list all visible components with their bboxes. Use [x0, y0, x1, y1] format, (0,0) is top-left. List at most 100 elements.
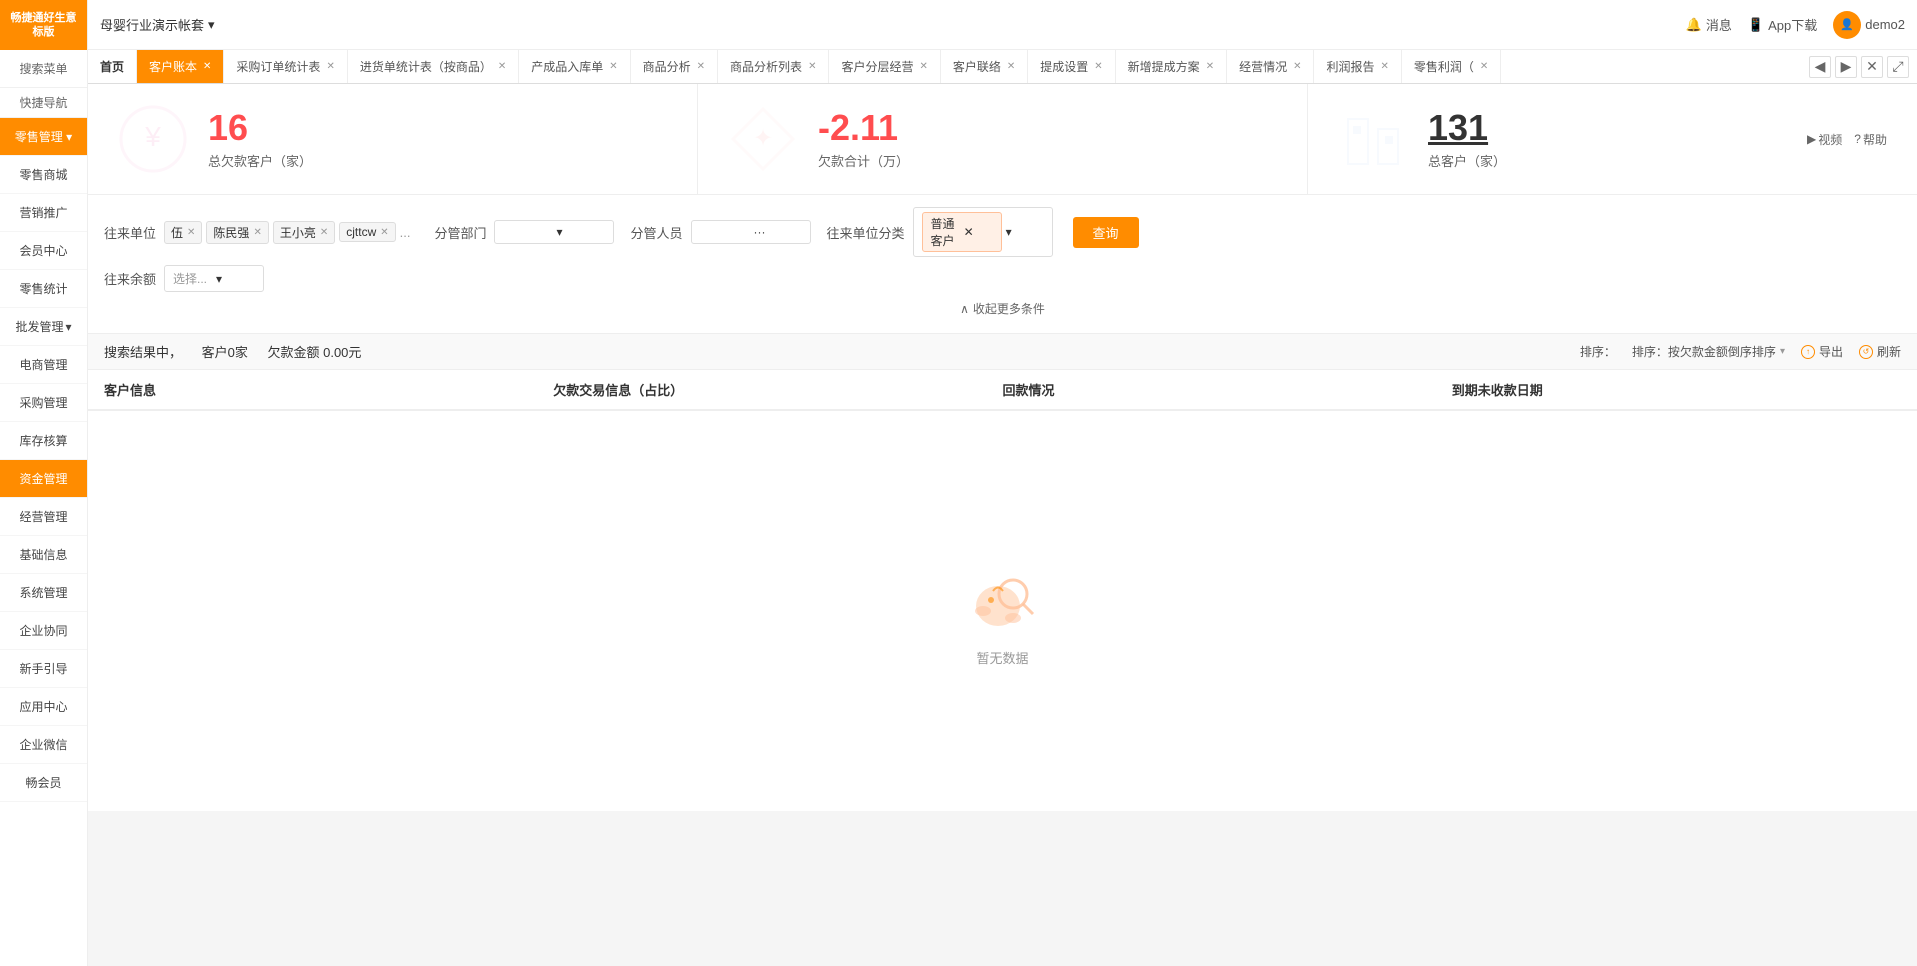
tab-promotion-settings[interactable]: 提成设置 ✕	[1028, 50, 1115, 83]
tag-label: 伍	[171, 224, 183, 241]
video-link[interactable]: ▶ 视频	[1807, 131, 1842, 148]
tab-close-icon[interactable]: ✕	[1094, 61, 1102, 72]
sidebar-item-operations[interactable]: 经营管理	[0, 498, 87, 536]
query-button[interactable]: 查询	[1073, 217, 1139, 248]
sidebar-item-retail-stats[interactable]: 零售统计	[0, 270, 87, 308]
export-button[interactable]: ↑ 导出	[1801, 343, 1843, 360]
customer-count: 客户0家	[202, 345, 248, 360]
tab-operation-status[interactable]: 经营情况 ✕	[1227, 50, 1314, 83]
logo-line1: 畅捷通好生意	[11, 11, 77, 25]
stat-card-customers: ¥ 16 总欠款客户（家）	[88, 84, 698, 194]
tab-profit-report[interactable]: 利润报告 ✕	[1314, 50, 1401, 83]
sidebar-item-inventory[interactable]: 库存核算	[0, 422, 87, 460]
message-label: 消息	[1706, 15, 1732, 34]
tab-close-icon[interactable]: ✕	[808, 61, 816, 72]
filter-tag-4[interactable]: cjttcw ✕	[339, 222, 395, 242]
sidebar-item-marketing[interactable]: 营销推广	[0, 194, 87, 232]
account-selector[interactable]: 母婴行业演示帐套 ▾	[100, 15, 215, 34]
user-profile[interactable]: 👤 demo2	[1833, 11, 1905, 39]
tab-close-icon[interactable]: ✕	[1293, 61, 1301, 72]
tab-close-icon[interactable]: ✕	[1381, 61, 1389, 72]
tab-close-icon[interactable]: ✕	[498, 61, 506, 72]
tab-stock-stats[interactable]: 进货单统计表（按商品） ✕	[348, 50, 519, 83]
main-area: 母婴行业演示帐套 ▾ 🔔 消息 📱 App下载 👤 demo2 首页	[88, 0, 1917, 966]
help-link[interactable]: ? 帮助	[1854, 131, 1887, 148]
tab-home[interactable]: 首页	[88, 50, 137, 83]
chevron-down-icon: ▾	[216, 272, 255, 286]
tag-close-icon[interactable]: ✕	[320, 227, 328, 238]
chevron-down-icon: ▾	[1780, 346, 1785, 357]
unit-type-close-icon[interactable]: ✕	[964, 225, 993, 239]
tab-retail-profit[interactable]: 零售利润（ ✕	[1402, 50, 1501, 83]
tab-label: 客户联络	[953, 58, 1001, 75]
collapse-label: 收起更多条件	[973, 300, 1045, 317]
sort-select[interactable]: 排序：按欠款金额倒序排序 ▾	[1632, 343, 1785, 360]
filter-tag-2[interactable]: 陈民强 ✕	[206, 221, 268, 244]
sidebar-item-app-center[interactable]: 应用中心	[0, 688, 87, 726]
tab-customers[interactable]: 客户账本 ✕	[137, 50, 224, 83]
sidebar-item-vip[interactable]: 畅会员	[0, 764, 87, 802]
filter-tag-1[interactable]: 伍 ✕	[164, 221, 202, 244]
sidebar-item-system[interactable]: 系统管理	[0, 574, 87, 612]
person-select[interactable]: ···	[691, 220, 811, 244]
stats-row: ¥ 16 总欠款客户（家） ✦	[88, 84, 1917, 195]
stat-right-links: ▶ 视频 ? 帮助	[1807, 131, 1887, 148]
app-download-button[interactable]: 📱 App下载	[1748, 15, 1817, 34]
tab-close-icon[interactable]: ✕	[1480, 61, 1488, 72]
tab-customer-contact[interactable]: 客户联络 ✕	[941, 50, 1028, 83]
sidebar-quick-nav[interactable]: 快捷导航	[0, 88, 87, 118]
tab-goods-analysis[interactable]: 商品分析 ✕	[631, 50, 718, 83]
sidebar-item-purchase[interactable]: 采购管理	[0, 384, 87, 422]
sidebar-item-funds-mgmt[interactable]: 资金管理	[0, 460, 87, 498]
sidebar-item-new-guide[interactable]: 新手引导	[0, 650, 87, 688]
tab-close-icon[interactable]: ✕	[203, 61, 211, 72]
sidebar-item-basic-info[interactable]: 基础信息	[0, 536, 87, 574]
tag-close-icon[interactable]: ✕	[380, 227, 388, 238]
dept-select[interactable]: ▾	[494, 220, 614, 244]
tab-label: 进货单统计表（按商品）	[360, 58, 492, 75]
tag-close-icon[interactable]: ✕	[187, 227, 195, 238]
sidebar-item-member-center[interactable]: 会员中心	[0, 232, 87, 270]
sidebar-item-ecommerce[interactable]: 电商管理	[0, 346, 87, 384]
tab-close-icon[interactable]: ✕	[1007, 61, 1015, 72]
tab-prev-button[interactable]: ◀	[1809, 56, 1831, 78]
tab-purchase-orders[interactable]: 采购订单统计表 ✕	[224, 50, 347, 83]
account-name: 母婴行业演示帐套	[100, 15, 204, 34]
filter-row-2: 往来余额 选择... ▾	[104, 265, 1901, 292]
sidebar-search[interactable]: 搜索菜单	[0, 50, 87, 88]
tab-close-all-button[interactable]: ✕	[1861, 56, 1883, 78]
tab-close-icon[interactable]: ✕	[697, 61, 705, 72]
unit-type-selected-tag[interactable]: 普通客户 ✕	[922, 212, 1002, 252]
filter-tag-3[interactable]: 王小亮 ✕	[273, 221, 335, 244]
unit-type-select[interactable]: 普通客户 ✕ ▾	[913, 207, 1053, 257]
tab-new-promotion[interactable]: 新增提成方案 ✕	[1116, 50, 1227, 83]
sidebar-item-label: 营销推广	[19, 206, 67, 220]
tab-customer-segment[interactable]: 客户分层经营 ✕	[829, 50, 940, 83]
tab-close-icon[interactable]: ✕	[1206, 61, 1214, 72]
refresh-button[interactable]: ↺ 刷新	[1859, 343, 1901, 360]
tab-close-icon[interactable]: ✕	[919, 61, 927, 72]
tab-product-stock[interactable]: 产成品入库单 ✕	[519, 50, 630, 83]
tag-close-icon[interactable]: ✕	[253, 227, 261, 238]
total-label: 总客户（家）	[1428, 151, 1506, 170]
collapse-icon: ∧	[960, 302, 969, 316]
tab-goods-analysis-list[interactable]: 商品分析列表 ✕	[718, 50, 829, 83]
sidebar-item-label: 会员中心	[19, 244, 67, 258]
filter-more-icon[interactable]: ...	[400, 225, 411, 240]
sidebar-item-wholesale-mgmt[interactable]: 批发管理 ▾	[0, 308, 87, 346]
sidebar-item-enterprise-coop[interactable]: 企业协同	[0, 612, 87, 650]
total-number: 131	[1428, 108, 1506, 148]
sidebar-item-label: 企业微信	[19, 738, 67, 752]
sidebar-item-enterprise-wechat[interactable]: 企业微信	[0, 726, 87, 764]
tab-close-icon[interactable]: ✕	[326, 61, 334, 72]
message-button[interactable]: 🔔 消息	[1686, 15, 1732, 34]
balance-select[interactable]: 选择... ▾	[164, 265, 264, 292]
tab-next-button[interactable]: ▶	[1835, 56, 1857, 78]
help-icon: ?	[1854, 132, 1861, 146]
filter-tags: 伍 ✕ 陈民强 ✕ 王小亮 ✕ cjttcw ✕	[164, 221, 410, 244]
tab-expand-button[interactable]: ⤢	[1887, 56, 1909, 78]
tab-close-icon[interactable]: ✕	[609, 61, 617, 72]
sidebar-item-retail-mall[interactable]: 零售商城	[0, 156, 87, 194]
collapse-button[interactable]: ∧ 收起更多条件	[956, 296, 1049, 321]
sidebar-item-retail-mgmt[interactable]: 零售管理 ▾	[0, 118, 87, 156]
